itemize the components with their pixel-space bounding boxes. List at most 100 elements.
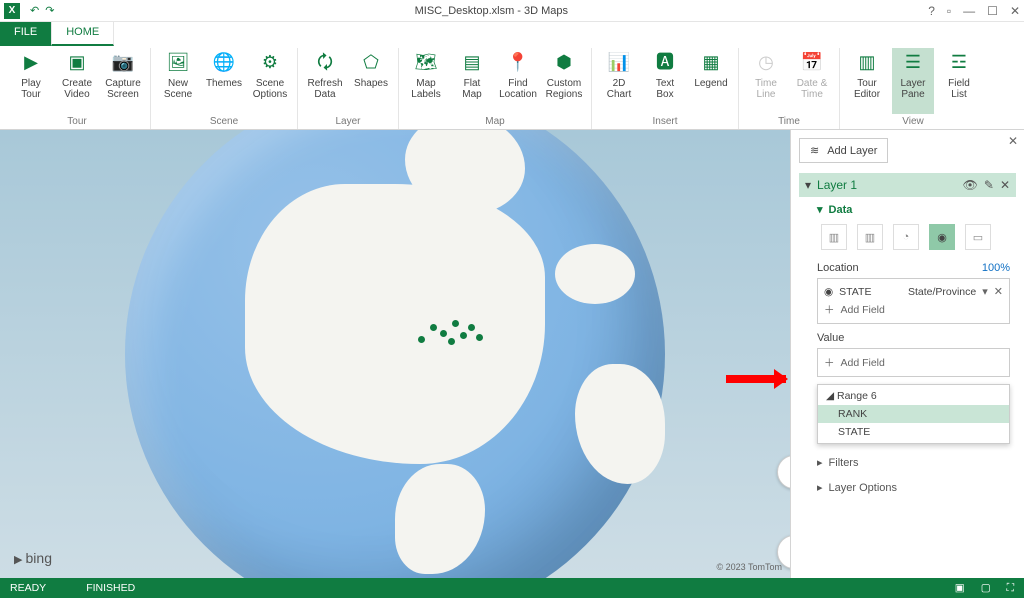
status-icon-3[interactable]: ⛶ bbox=[1007, 582, 1014, 595]
dropdown-state[interactable]: STATE bbox=[818, 423, 1009, 441]
ribbon-tabs: FILE HOME bbox=[0, 22, 1024, 46]
layer-options-section[interactable]: ▸Layer Options bbox=[799, 475, 1016, 500]
status-icon-2[interactable]: ▢ bbox=[981, 582, 991, 595]
2d-chart-button[interactable]: 📊2D Chart bbox=[598, 48, 640, 114]
window-title: MISC_Desktop.xlsm - 3D Maps bbox=[54, 5, 928, 17]
timeline-icon: ◷ bbox=[753, 50, 779, 76]
main-area: ▶ bing © 2023 TomTom ˄ ˅ ˂ ˃ + − ✕ ≋ Add… bbox=[0, 130, 1024, 578]
legend-icon: ▦ bbox=[698, 50, 724, 76]
layer-pane-button[interactable]: ☰Layer Pane bbox=[892, 48, 934, 114]
globe bbox=[125, 130, 665, 578]
scene-options-button[interactable]: ⚙Scene Options bbox=[249, 48, 291, 114]
viz-heat[interactable]: ◉ bbox=[929, 224, 955, 250]
status-ready: READY bbox=[10, 582, 46, 594]
pane-icon: ☰ bbox=[900, 50, 926, 76]
chart-icon: 📊 bbox=[606, 50, 632, 76]
data-section[interactable]: ▾Data bbox=[817, 203, 1010, 216]
annotation-arrow bbox=[726, 375, 786, 383]
calendar-icon: 📅 bbox=[799, 50, 825, 76]
delete-icon[interactable]: ✕ bbox=[1000, 178, 1010, 192]
eye-icon[interactable]: 👁 bbox=[963, 178, 978, 192]
close-icon[interactable]: ✕ bbox=[1010, 4, 1020, 18]
group-scene: Scene bbox=[157, 114, 291, 129]
find-location-button[interactable]: 📍Find Location bbox=[497, 48, 539, 114]
group-tour: Tour bbox=[10, 114, 144, 129]
titlebar: X ↶ ↷ MISC_Desktop.xlsm - 3D Maps ? ▫ — … bbox=[0, 0, 1024, 22]
dropdown-rank[interactable]: RANK bbox=[818, 405, 1009, 423]
chevron-down-icon[interactable]: ▾ bbox=[982, 285, 988, 298]
location-type[interactable]: State/Province bbox=[908, 286, 976, 298]
layer-pane: ✕ ≋ Add Layer ▾ Layer 1 👁 ✎ ✕ ▾Data ▥ ▥ … bbox=[790, 130, 1024, 578]
location-pct[interactable]: 100% bbox=[982, 262, 1010, 274]
text-box-button[interactable]: 🅰Text Box bbox=[644, 48, 686, 114]
add-layer-button[interactable]: ≋ Add Layer bbox=[799, 138, 888, 163]
layers-icon: ≋ bbox=[810, 144, 819, 157]
group-view: View bbox=[846, 114, 980, 129]
help-icon[interactable]: ? bbox=[928, 4, 935, 18]
collapse-icon[interactable]: ▾ bbox=[805, 178, 811, 192]
flat-map-button[interactable]: ▤Flat Map bbox=[451, 48, 493, 114]
field-list-button[interactable]: ☲Field List bbox=[938, 48, 980, 114]
play-icon: ▶ bbox=[18, 50, 44, 76]
status-finished: FINISHED bbox=[86, 582, 135, 594]
textbox-icon: 🅰 bbox=[652, 50, 678, 76]
redo-icon[interactable]: ↷ bbox=[45, 4, 54, 17]
viz-region[interactable]: ▭ bbox=[965, 224, 991, 250]
location-field: STATE bbox=[839, 286, 871, 298]
custom-regions-button[interactable]: ⬢Custom Regions bbox=[543, 48, 585, 114]
labels-icon: 🗺 bbox=[413, 50, 439, 76]
pencil-icon[interactable]: ✎ bbox=[984, 178, 994, 192]
field-dropdown: ◢ Range 6 RANK STATE bbox=[817, 384, 1010, 444]
flatmap-icon: ▤ bbox=[459, 50, 485, 76]
map-labels-button[interactable]: 🗺Map Labels bbox=[405, 48, 447, 114]
region-icon: ⬢ bbox=[551, 50, 577, 76]
new-scene-button[interactable]: 🖼New Scene bbox=[157, 48, 199, 114]
legend-button[interactable]: ▦Legend bbox=[690, 48, 732, 114]
gear-icon: ⚙ bbox=[257, 50, 283, 76]
undo-icon[interactable]: ↶ bbox=[30, 4, 39, 17]
play-tour-button[interactable]: ▶Play Tour bbox=[10, 48, 52, 114]
timeline-button[interactable]: ◷Time Line bbox=[745, 48, 787, 114]
status-icon-1[interactable]: ▣ bbox=[955, 582, 965, 595]
refresh-icon: 🗘 bbox=[312, 50, 338, 76]
maximize-icon[interactable]: ☐ bbox=[987, 4, 998, 18]
restore-icon[interactable]: ▫ bbox=[947, 4, 951, 18]
layer-name: Layer 1 bbox=[817, 178, 957, 192]
tab-home[interactable]: HOME bbox=[51, 22, 114, 46]
globe-icon: 🌐 bbox=[211, 50, 237, 76]
refresh-data-button[interactable]: 🗘Refresh Data bbox=[304, 48, 346, 114]
themes-button[interactable]: 🌐Themes bbox=[203, 48, 245, 114]
list-icon: ☲ bbox=[946, 50, 972, 76]
filters-section[interactable]: ▸Filters bbox=[799, 450, 1016, 475]
datetime-button[interactable]: 📅Date & Time bbox=[791, 48, 833, 114]
shapes-icon: ⬠ bbox=[358, 50, 384, 76]
group-map: Map bbox=[405, 114, 585, 129]
location-box: ◉ STATE State/Province ▾ ✕ ＋Add Field bbox=[817, 278, 1010, 324]
group-time: Time bbox=[745, 114, 833, 129]
excel-icon: X bbox=[4, 3, 20, 19]
add-location-field[interactable]: ＋Add Field bbox=[822, 300, 1005, 319]
group-insert: Insert bbox=[598, 114, 732, 129]
add-value-field[interactable]: ＋Add Field bbox=[822, 353, 1005, 372]
tab-file[interactable]: FILE bbox=[0, 22, 51, 46]
capture-screen-button[interactable]: 📷Capture Screen bbox=[102, 48, 144, 114]
close-pane-icon[interactable]: ✕ bbox=[1008, 134, 1018, 148]
ribbon: ▶Play Tour ▣Create Video 📷Capture Screen… bbox=[0, 46, 1024, 130]
viz-bubble[interactable]: ◔ bbox=[893, 224, 919, 250]
radio-icon[interactable]: ◉ bbox=[824, 286, 833, 298]
viz-stacked[interactable]: ▥ bbox=[821, 224, 847, 250]
tour-editor-button[interactable]: ▥Tour Editor bbox=[846, 48, 888, 114]
viz-clustered[interactable]: ▥ bbox=[857, 224, 883, 250]
value-box: ＋Add Field bbox=[817, 348, 1010, 377]
pin-icon: 📍 bbox=[505, 50, 531, 76]
dropdown-range[interactable]: ◢ Range 6 bbox=[818, 387, 1009, 405]
minimize-icon[interactable]: — bbox=[963, 4, 975, 18]
remove-field-icon[interactable]: ✕ bbox=[994, 285, 1003, 298]
shapes-button[interactable]: ⬠Shapes bbox=[350, 48, 392, 114]
scene-icon: 🖼 bbox=[165, 50, 191, 76]
layer-header[interactable]: ▾ Layer 1 👁 ✎ ✕ bbox=[799, 173, 1016, 197]
create-video-button[interactable]: ▣Create Video bbox=[56, 48, 98, 114]
nav-left-button[interactable]: ˂ bbox=[777, 455, 790, 489]
bing-logo: ▶ bing bbox=[14, 550, 52, 566]
map-canvas[interactable]: ▶ bing © 2023 TomTom ˄ ˅ ˂ ˃ + − bbox=[0, 130, 790, 578]
